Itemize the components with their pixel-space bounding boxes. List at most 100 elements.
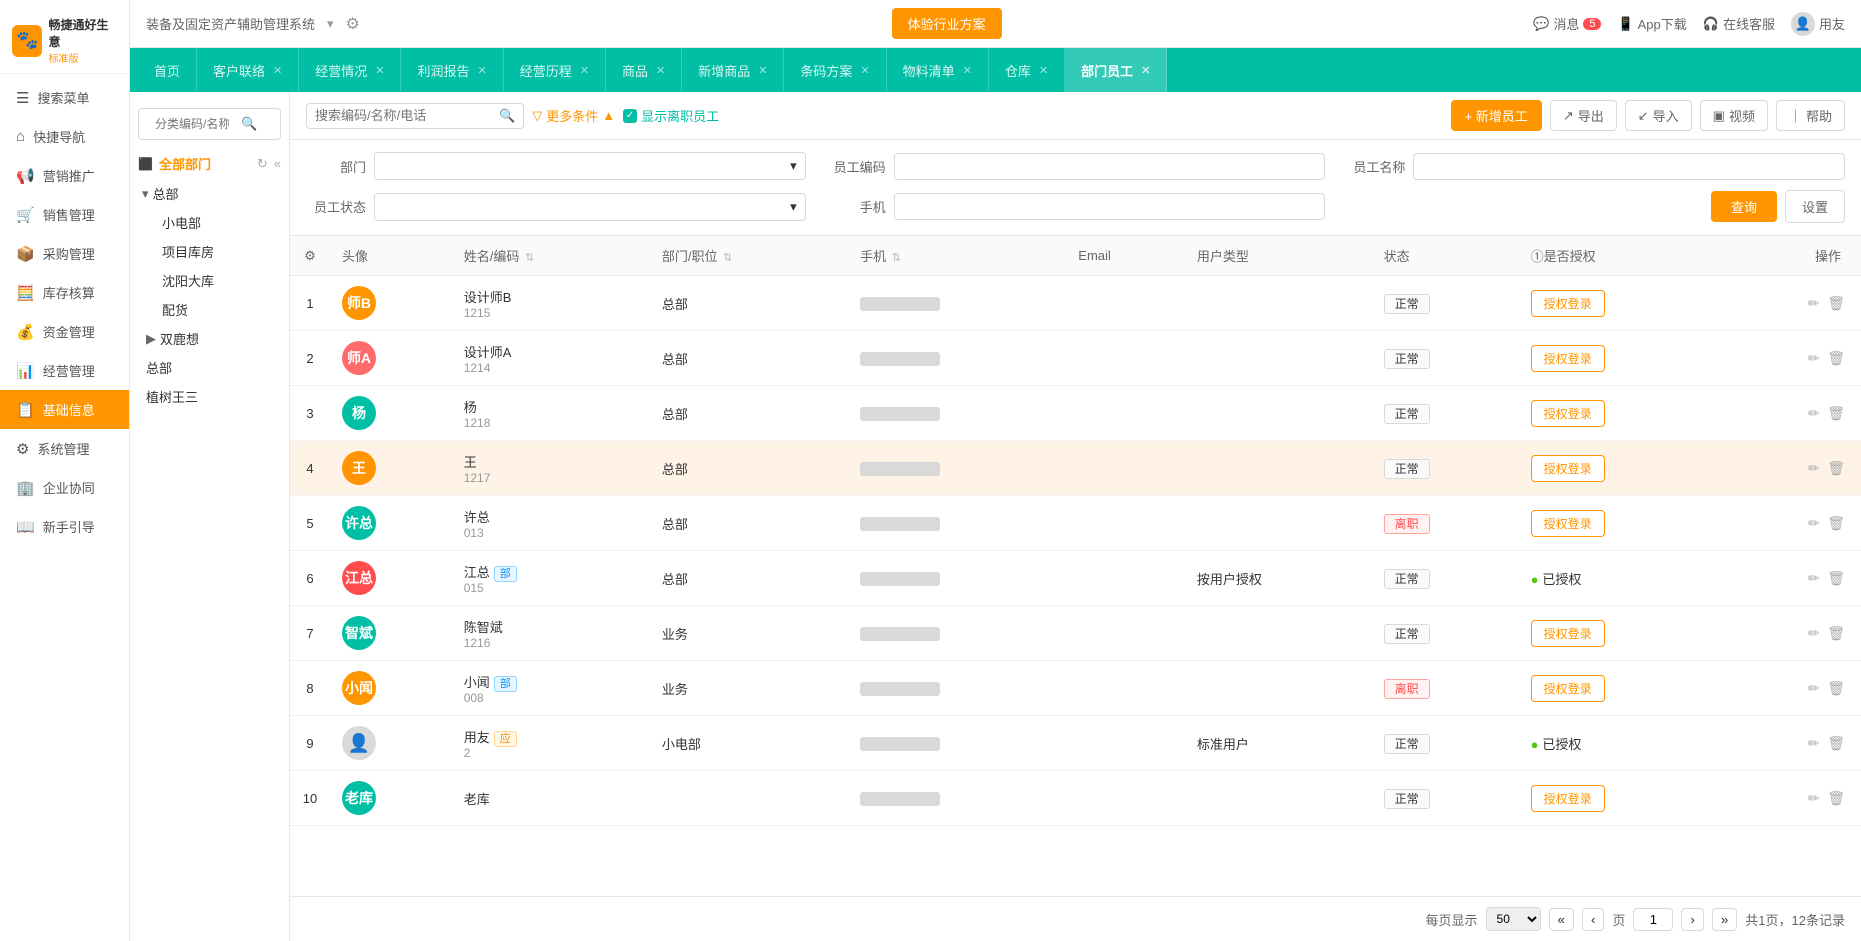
auth-button[interactable]: 授权登录 bbox=[1531, 345, 1605, 372]
first-page-button[interactable]: « bbox=[1549, 908, 1574, 931]
tab-bom-close[interactable]: ✕ bbox=[963, 64, 972, 77]
tab-operation-status[interactable]: 经营情况 ✕ bbox=[299, 48, 401, 92]
col-name[interactable]: 姓名/编码 ⇅ bbox=[452, 236, 650, 276]
settings-gear-icon[interactable]: ⚙ bbox=[346, 14, 360, 34]
edit-button[interactable]: ✏ bbox=[1808, 515, 1820, 531]
sidebar-item-inventory[interactable]: 🧮 库存核算 bbox=[0, 273, 129, 312]
tab-history[interactable]: 经营历程 ✕ bbox=[504, 48, 606, 92]
dept-collapse-icon[interactable]: « bbox=[274, 156, 281, 171]
tab-barcode-close[interactable]: ✕ bbox=[860, 64, 869, 77]
dept-node-xianmu[interactable]: 项目库房 bbox=[130, 237, 289, 266]
status-filter-select[interactable]: ▾ bbox=[374, 193, 806, 221]
auth-button[interactable]: 授权登录 bbox=[1531, 455, 1605, 482]
tab-bom[interactable]: 物料清单 ✕ bbox=[887, 48, 989, 92]
user-menu[interactable]: 👤 用友 bbox=[1791, 12, 1845, 36]
tab-warehouse-close[interactable]: ✕ bbox=[1039, 64, 1048, 77]
dept-node-zongbu[interactable]: ▾ 总部 bbox=[130, 179, 289, 208]
edit-button[interactable]: ✏ bbox=[1808, 350, 1820, 366]
dept-node-xiaodibu[interactable]: 小电部 bbox=[130, 208, 289, 237]
search-icon[interactable]: 🔍 bbox=[499, 108, 515, 124]
tab-goods[interactable]: 商品 ✕ bbox=[606, 48, 682, 92]
dept-node-zongbu2[interactable]: 总部 bbox=[130, 353, 289, 382]
view-button[interactable]: ▣ 视频 bbox=[1700, 100, 1768, 131]
delete-button[interactable]: 🗑 bbox=[1827, 295, 1845, 311]
all-dept-label[interactable]: 全部部门 bbox=[159, 154, 211, 173]
sidebar-item-shortcut[interactable]: ⌂ 快捷导航 bbox=[0, 117, 129, 156]
trial-button[interactable]: 体验行业方案 bbox=[892, 8, 1002, 39]
col-phone[interactable]: 手机 ⇅ bbox=[848, 236, 1066, 276]
tab-home[interactable]: 首页 bbox=[138, 48, 197, 92]
next-page-button[interactable]: › bbox=[1681, 908, 1703, 931]
edit-button[interactable]: ✏ bbox=[1808, 625, 1820, 641]
tab-customer-close[interactable]: ✕ bbox=[273, 64, 282, 77]
sidebar-item-finance[interactable]: 💰 资金管理 bbox=[0, 312, 129, 351]
auth-button[interactable]: 授权登录 bbox=[1531, 675, 1605, 702]
edit-button[interactable]: ✏ bbox=[1808, 790, 1820, 806]
tab-customer[interactable]: 客户联络 ✕ bbox=[197, 48, 299, 92]
dept-node-zhishu[interactable]: 植树王三 bbox=[130, 382, 289, 411]
tab-operation-status-close[interactable]: ✕ bbox=[375, 64, 384, 77]
sidebar-item-sales[interactable]: 🛒 销售管理 bbox=[0, 195, 129, 234]
delete-button[interactable]: 🗑 bbox=[1827, 570, 1845, 586]
edit-button[interactable]: ✏ bbox=[1808, 295, 1820, 311]
delete-button[interactable]: 🗑 bbox=[1827, 460, 1845, 476]
sidebar-item-operation[interactable]: 📊 经营管理 bbox=[0, 351, 129, 390]
tab-employee[interactable]: 部门员工 ✕ bbox=[1065, 48, 1167, 92]
show-resigned-toggle[interactable]: ✓ 显示离职员工 bbox=[623, 106, 719, 125]
tab-history-close[interactable]: ✕ bbox=[580, 64, 589, 77]
dept-search-input[interactable] bbox=[147, 113, 237, 135]
prev-page-button[interactable]: ‹ bbox=[1582, 908, 1604, 931]
dept-search-icon[interactable]: 🔍 bbox=[241, 116, 257, 132]
delete-button[interactable]: 🗑 bbox=[1827, 515, 1845, 531]
more-filters-button[interactable]: ▽ 更多条件 ▲ bbox=[532, 106, 615, 125]
delete-button[interactable]: 🗑 bbox=[1827, 625, 1845, 641]
edit-button[interactable]: ✏ bbox=[1808, 405, 1820, 421]
col-dept[interactable]: 部门/职位 ⇅ bbox=[650, 236, 848, 276]
delete-button[interactable]: 🗑 bbox=[1827, 405, 1845, 421]
auth-button[interactable]: 授权登录 bbox=[1531, 510, 1605, 537]
tab-goods-close[interactable]: ✕ bbox=[656, 64, 665, 77]
sidebar-item-purchase[interactable]: 📦 采购管理 bbox=[0, 234, 129, 273]
dept-filter-select[interactable]: ▾ bbox=[374, 152, 806, 180]
system-dropdown-icon[interactable]: ▾ bbox=[327, 16, 334, 32]
auth-button[interactable]: 授权登录 bbox=[1531, 620, 1605, 647]
message-button[interactable]: 💬 消息 5 bbox=[1533, 14, 1601, 33]
delete-button[interactable]: 🗑 bbox=[1827, 790, 1845, 806]
delete-button[interactable]: 🗑 bbox=[1827, 680, 1845, 696]
search-button[interactable]: 查询 bbox=[1711, 191, 1777, 222]
sidebar-item-marketing[interactable]: 📢 营销推广 bbox=[0, 156, 129, 195]
add-employee-button[interactable]: + 新增员工 bbox=[1451, 100, 1542, 131]
delete-button[interactable]: 🗑 bbox=[1827, 350, 1845, 366]
sidebar-item-basic[interactable]: 📋 基础信息 bbox=[0, 390, 129, 429]
edit-button[interactable]: ✏ bbox=[1808, 680, 1820, 696]
last-page-button[interactable]: » bbox=[1712, 908, 1737, 931]
tab-profit-close[interactable]: ✕ bbox=[478, 64, 487, 77]
tab-add-goods[interactable]: 新增商品 ✕ bbox=[682, 48, 784, 92]
col-settings[interactable]: ⚙ bbox=[290, 236, 330, 276]
reset-button[interactable]: 设置 bbox=[1785, 190, 1845, 223]
auth-button[interactable]: 授权登录 bbox=[1531, 785, 1605, 812]
empcode-filter-input[interactable] bbox=[894, 153, 1326, 180]
auth-button[interactable]: 授权登录 bbox=[1531, 400, 1605, 427]
tab-warehouse[interactable]: 仓库 ✕ bbox=[989, 48, 1065, 92]
edit-button[interactable]: ✏ bbox=[1808, 460, 1820, 476]
sidebar-item-search[interactable]: ☰ 搜索菜单 bbox=[0, 78, 129, 117]
tab-add-goods-close[interactable]: ✕ bbox=[758, 64, 767, 77]
page-size-select[interactable]: 50 20 100 bbox=[1486, 907, 1541, 931]
sidebar-item-corp[interactable]: 🏢 企业协同 bbox=[0, 468, 129, 507]
online-service-button[interactable]: 🎧 在线客服 bbox=[1703, 14, 1775, 33]
sidebar-item-system[interactable]: ⚙ 系统管理 bbox=[0, 429, 129, 468]
current-page-input[interactable] bbox=[1633, 908, 1673, 931]
dept-node-shenyang[interactable]: 沈阳大库 bbox=[130, 266, 289, 295]
search-input[interactable] bbox=[315, 108, 495, 123]
tab-barcode[interactable]: 条码方案 ✕ bbox=[784, 48, 886, 92]
phone-filter-input[interactable] bbox=[894, 193, 1326, 220]
dept-node-peihuo[interactable]: 配货 bbox=[130, 295, 289, 324]
tab-employee-close[interactable]: ✕ bbox=[1141, 64, 1150, 77]
tab-profit[interactable]: 利润报告 ✕ bbox=[401, 48, 503, 92]
help-button[interactable]: ｜ 帮助 bbox=[1776, 100, 1845, 131]
import-button[interactable]: ↙ 导入 bbox=[1625, 100, 1692, 131]
export-button[interactable]: ↗ 导出 bbox=[1550, 100, 1617, 131]
app-download-button[interactable]: 📱 App下载 bbox=[1617, 14, 1686, 33]
auth-button[interactable]: 授权登录 bbox=[1531, 290, 1605, 317]
